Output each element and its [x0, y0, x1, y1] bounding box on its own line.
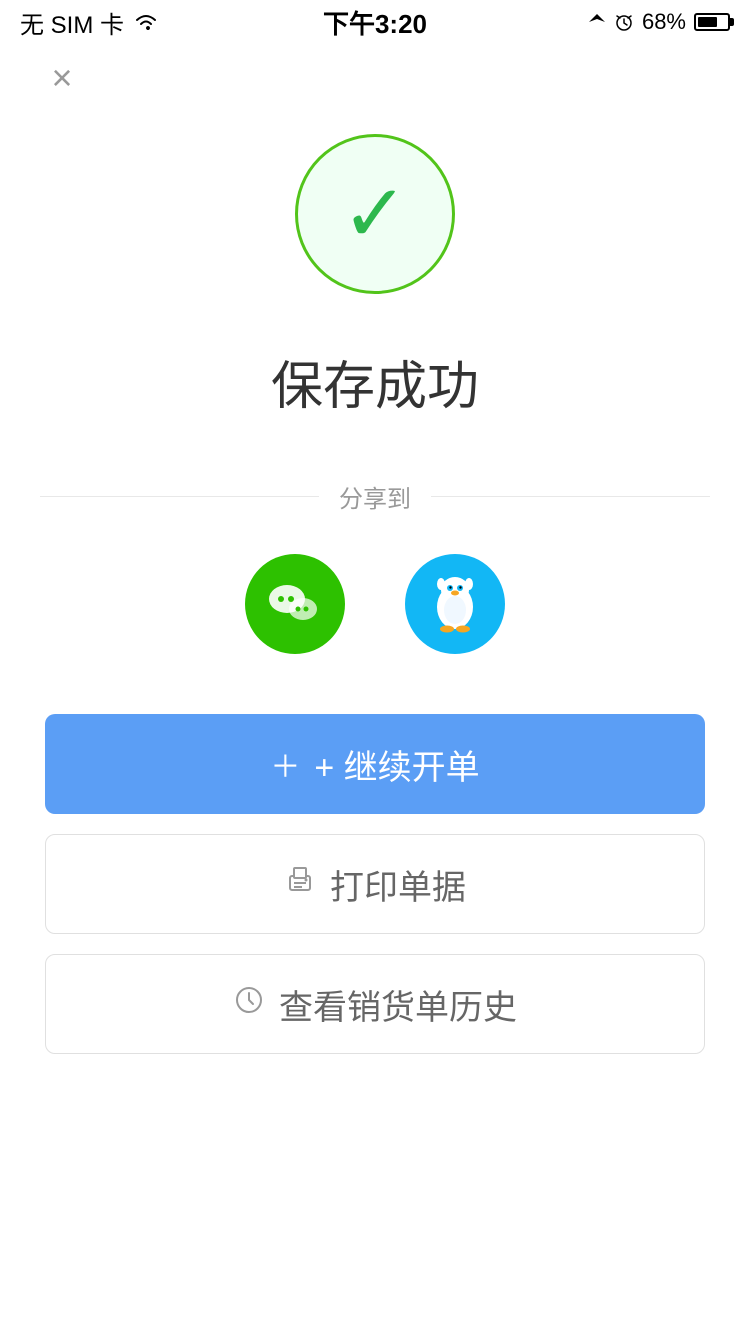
- close-button[interactable]: ×: [40, 56, 84, 100]
- qq-icon: [425, 572, 485, 637]
- wechat-icon: [265, 579, 325, 629]
- success-title: 保存成功: [271, 344, 479, 419]
- wechat-share-button[interactable]: [245, 554, 345, 654]
- history-icon: [233, 984, 265, 1024]
- wifi-icon: [132, 12, 160, 32]
- divider: 分享到: [0, 479, 750, 514]
- divider-line-left: [40, 496, 319, 497]
- success-circle: ✓: [295, 134, 455, 294]
- history-button[interactable]: 查看销货单历史: [45, 954, 705, 1054]
- checkmark-icon: ✓: [341, 174, 408, 254]
- print-icon: [284, 864, 316, 904]
- plus-icon: ＋: [270, 742, 300, 786]
- share-icons: [245, 554, 505, 654]
- continue-button[interactable]: ＋ + 继续开单: [45, 714, 705, 814]
- divider-line-right: [431, 496, 710, 497]
- print-button[interactable]: 打印单据: [45, 834, 705, 934]
- action-buttons: ＋ + 继续开单 打印单据: [45, 714, 705, 1054]
- battery-percentage: 68%: [642, 9, 686, 35]
- share-label: 分享到: [319, 479, 431, 514]
- print-label: 打印单据: [330, 860, 466, 909]
- history-label: 查看销货单历史: [279, 980, 517, 1029]
- status-time: 下午3:20: [323, 4, 427, 41]
- continue-label: + 继续开单: [314, 740, 479, 789]
- qq-share-button[interactable]: [405, 554, 505, 654]
- close-icon: ×: [51, 60, 72, 96]
- share-section: 分享到: [0, 479, 750, 654]
- main-content: ✓ 保存成功 分享到: [0, 44, 750, 1054]
- alarm-icon: [614, 12, 634, 32]
- no-sim-text: 无 SIM 卡: [20, 5, 124, 40]
- status-right: 68%: [588, 9, 730, 35]
- status-left: 无 SIM 卡: [20, 5, 160, 40]
- location-icon: [588, 13, 606, 31]
- battery-icon: [694, 13, 730, 31]
- status-bar: 无 SIM 卡 下午3:20 68%: [0, 0, 750, 44]
